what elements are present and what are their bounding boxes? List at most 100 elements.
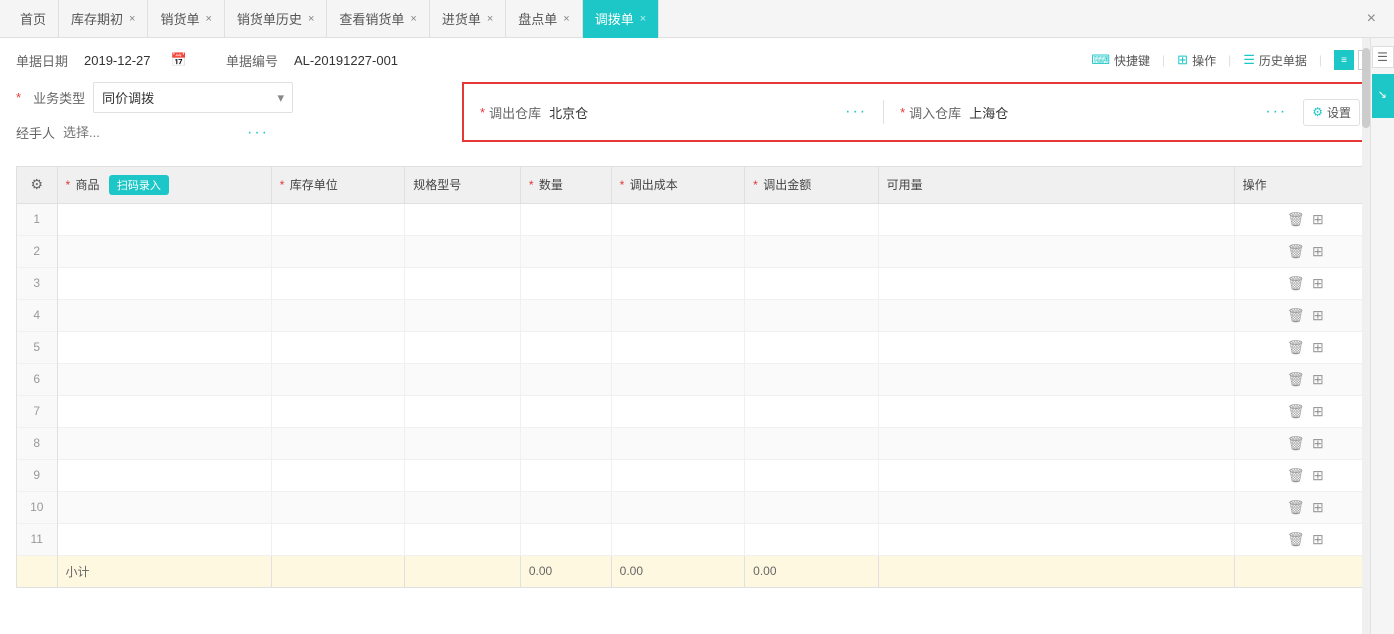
cell-amount-9[interactable] — [745, 459, 879, 491]
delete-icon-6[interactable]: 🗑 — [1287, 371, 1305, 387]
tab-sales-order-close[interactable]: × — [205, 13, 211, 25]
copy-icon-9[interactable]: ⊞ — [1312, 467, 1324, 483]
copy-icon-3[interactable]: ⊞ — [1312, 275, 1324, 291]
cell-product-3[interactable] — [57, 267, 271, 299]
cell-amount-4[interactable] — [745, 299, 879, 331]
table-settings-icon[interactable]: ⚙ — [30, 176, 43, 192]
cell-unit-10[interactable] — [271, 491, 405, 523]
cell-qty-5[interactable] — [520, 331, 611, 363]
tab-stock-init[interactable]: 库存期初 × — [59, 0, 148, 38]
cell-qty-8[interactable] — [520, 427, 611, 459]
cell-qty-9[interactable] — [520, 459, 611, 491]
sidebar-list-icon[interactable]: ☰ — [1372, 46, 1394, 68]
cell-amount-8[interactable] — [745, 427, 879, 459]
cell-product-4[interactable] — [57, 299, 271, 331]
handler-more-icon[interactable]: ··· — [247, 124, 269, 142]
delete-icon-1[interactable]: 🗑 — [1287, 211, 1305, 227]
cell-unit-11[interactable] — [271, 523, 405, 555]
cell-unit-1[interactable] — [271, 203, 405, 235]
cell-product-6[interactable] — [57, 363, 271, 395]
delete-icon-4[interactable]: 🗑 — [1287, 307, 1305, 323]
cell-product-10[interactable] — [57, 491, 271, 523]
tab-inventory-close[interactable]: × — [563, 13, 569, 25]
cell-product-5[interactable] — [57, 331, 271, 363]
cell-unit-9[interactable] — [271, 459, 405, 491]
cell-qty-7[interactable] — [520, 395, 611, 427]
cell-amount-2[interactable] — [745, 235, 879, 267]
cell-spec-4[interactable] — [405, 299, 521, 331]
copy-icon-10[interactable]: ⊞ — [1312, 499, 1324, 515]
cell-product-7[interactable] — [57, 395, 271, 427]
cell-spec-8[interactable] — [405, 427, 521, 459]
copy-icon-5[interactable]: ⊞ — [1312, 339, 1324, 355]
tab-home[interactable]: 首页 — [8, 0, 59, 38]
cell-qty-10[interactable] — [520, 491, 611, 523]
window-close-button[interactable]: × — [1357, 10, 1386, 28]
cell-spec-1[interactable] — [405, 203, 521, 235]
handler-input[interactable] — [63, 125, 239, 140]
cell-cost-4[interactable] — [611, 299, 745, 331]
delete-icon-2[interactable]: 🗑 — [1287, 243, 1305, 259]
cell-spec-10[interactable] — [405, 491, 521, 523]
col-header-gear[interactable]: ⚙ — [17, 167, 57, 203]
copy-icon-7[interactable]: ⊞ — [1312, 403, 1324, 419]
cell-amount-6[interactable] — [745, 363, 879, 395]
shortcuts-button[interactable]: ⌨ 快捷键 — [1091, 52, 1150, 69]
cell-qty-11[interactable] — [520, 523, 611, 555]
cell-amount-10[interactable] — [745, 491, 879, 523]
cell-product-8[interactable] — [57, 427, 271, 459]
tab-purchase-order-close[interactable]: × — [487, 13, 493, 25]
copy-icon-6[interactable]: ⊞ — [1312, 371, 1324, 387]
cell-spec-5[interactable] — [405, 331, 521, 363]
cell-cost-8[interactable] — [611, 427, 745, 459]
cell-available-11[interactable] — [878, 523, 1234, 555]
cell-cost-11[interactable] — [611, 523, 745, 555]
tab-sales-history-close[interactable]: × — [308, 13, 314, 25]
cell-cost-6[interactable] — [611, 363, 745, 395]
cell-unit-2[interactable] — [271, 235, 405, 267]
tab-transfer-close[interactable]: × — [640, 13, 646, 25]
cell-qty-2[interactable] — [520, 235, 611, 267]
cell-cost-5[interactable] — [611, 331, 745, 363]
cell-available-9[interactable] — [878, 459, 1234, 491]
cell-available-5[interactable] — [878, 331, 1234, 363]
delete-icon-5[interactable]: 🗑 — [1287, 339, 1305, 355]
cell-unit-7[interactable] — [271, 395, 405, 427]
cell-cost-2[interactable] — [611, 235, 745, 267]
copy-icon-2[interactable]: ⊞ — [1312, 243, 1324, 259]
cell-available-1[interactable] — [878, 203, 1234, 235]
cell-spec-11[interactable] — [405, 523, 521, 555]
cell-available-10[interactable] — [878, 491, 1234, 523]
operations-button[interactable]: ⊞ 操作 — [1177, 52, 1216, 69]
delete-icon-3[interactable]: 🗑 — [1287, 275, 1305, 291]
copy-icon-1[interactable]: ⊞ — [1312, 211, 1324, 227]
vertical-scrollbar[interactable] — [1362, 38, 1370, 634]
delete-icon-11[interactable]: 🗑 — [1287, 531, 1305, 547]
warehouse-in-more-icon[interactable]: ··· — [1265, 103, 1287, 121]
scrollbar-thumb[interactable] — [1362, 48, 1370, 128]
delete-icon-10[interactable]: 🗑 — [1287, 499, 1305, 515]
copy-icon-8[interactable]: ⊞ — [1312, 435, 1324, 451]
cell-available-8[interactable] — [878, 427, 1234, 459]
cell-cost-1[interactable] — [611, 203, 745, 235]
cell-qty-6[interactable] — [520, 363, 611, 395]
tab-stock-init-close[interactable]: × — [129, 13, 135, 25]
cell-amount-1[interactable] — [745, 203, 879, 235]
cell-qty-1[interactable] — [520, 203, 611, 235]
tab-sales-history[interactable]: 销货单历史 × — [225, 0, 327, 38]
cell-spec-9[interactable] — [405, 459, 521, 491]
cell-spec-7[interactable] — [405, 395, 521, 427]
cell-amount-11[interactable] — [745, 523, 879, 555]
copy-icon-4[interactable]: ⊞ — [1312, 307, 1324, 323]
cell-product-2[interactable] — [57, 235, 271, 267]
tab-purchase-order[interactable]: 进货单 × — [430, 0, 506, 38]
layout-list-icon[interactable]: ≡ — [1334, 50, 1354, 70]
cell-unit-8[interactable] — [271, 427, 405, 459]
cell-spec-3[interactable] — [405, 267, 521, 299]
cell-unit-6[interactable] — [271, 363, 405, 395]
tab-view-sales[interactable]: 查看销货单 × — [327, 0, 429, 38]
copy-icon-11[interactable]: ⊞ — [1312, 531, 1324, 547]
cell-qty-4[interactable] — [520, 299, 611, 331]
cell-available-4[interactable] — [878, 299, 1234, 331]
cell-available-3[interactable] — [878, 267, 1234, 299]
